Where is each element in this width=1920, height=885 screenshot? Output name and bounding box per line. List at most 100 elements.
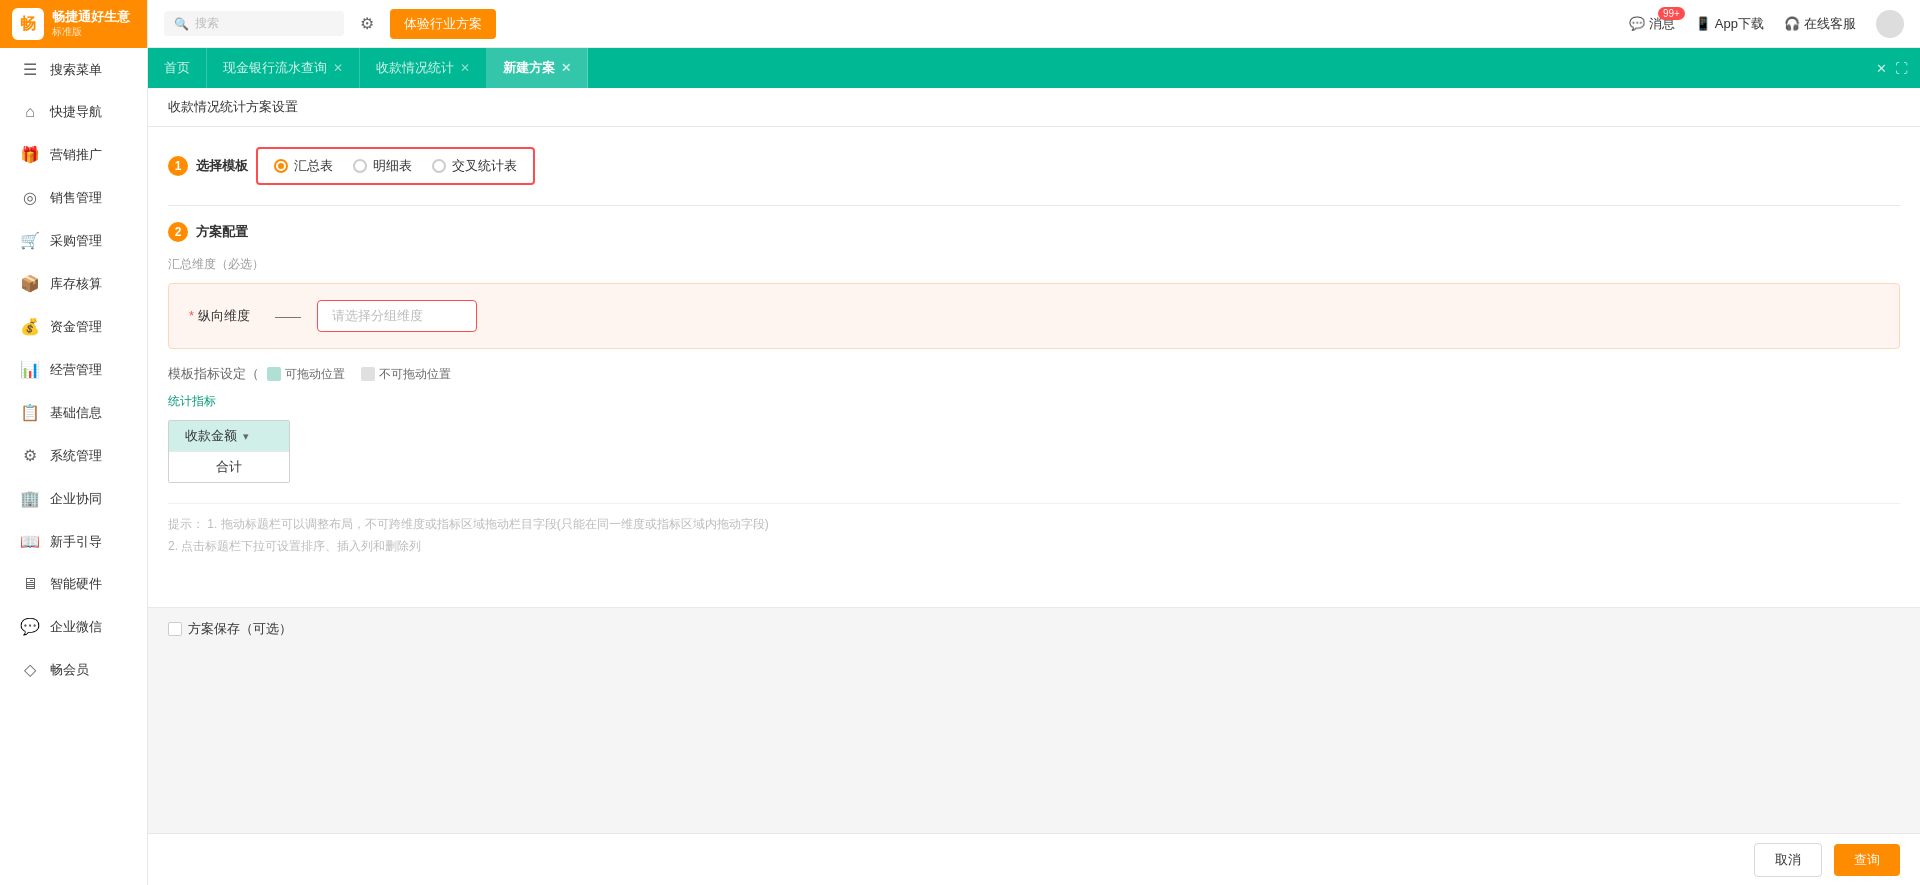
sidebar-item-enterprise[interactable]: 🏢 企业协同 [0,477,147,520]
main-area: 🔍 搜索 ⚙ 体验行业方案 💬 消息 99+ 📱 App下载 🎧 在线客服 首页 [148,0,1920,885]
tip-line1: 提示： 1. 拖动标题栏可以调整布局，不可跨维度或指标区域拖动栏目字段(只能在同… [168,514,1900,536]
legend-draggable-label: 可拖动位置 [285,366,345,383]
sidebar-item-label: 经营管理 [50,361,102,379]
sidebar-logo: 畅 畅捷通好生意 标准版 [0,0,147,48]
legend-non-draggable-label: 不可拖动位置 [379,366,451,383]
step2-header: 2 方案配置 [168,222,1900,242]
sidebar-item-label: 库存核算 [50,275,102,293]
query-button[interactable]: 查询 [1834,844,1900,876]
search-input[interactable]: 🔍 搜索 [164,11,344,36]
step2-block: 2 方案配置 汇总维度（必选） * 纵向维度 —— 请选择 [168,222,1900,567]
sidebar-item-label: 搜索菜单 [50,61,102,79]
app-download-button[interactable]: 📱 App下载 [1695,15,1764,33]
radio-cross-label: 交叉统计表 [452,157,517,175]
vertical-dim-label: * 纵向维度 [189,307,259,325]
message-button[interactable]: 💬 消息 99+ [1629,15,1675,33]
save-checkbox-text: 方案保存（可选） [188,620,292,638]
sidebar-item-label: 畅会员 [50,661,89,679]
indicator-grid: 收款金额 ▾ 合计 [168,420,290,483]
sales-icon: ◎ [20,188,40,207]
tab-bank-flow-close[interactable]: ✕ [333,61,343,75]
sidebar-item-label: 新手引导 [50,533,102,551]
tab-bank-flow-label: 现金银行流水查询 [223,59,327,77]
sidebar-item-label: 企业微信 [50,618,102,636]
sidebar-item-label: 快捷导航 [50,103,102,121]
stat-indicator-label: 统计指标 [168,393,1900,410]
radio-cross[interactable]: 交叉统计表 [432,157,517,175]
user-avatar[interactable] [1876,10,1904,38]
trial-button[interactable]: 体验行业方案 [390,9,496,39]
sidebar-item-quick-nav[interactable]: ⌂ 快捷导航 [0,91,147,133]
footer-bar: 方案保存（可选） [148,607,1920,650]
radio-detail-circle [353,159,367,173]
tab-new-plan-close[interactable]: ✕ [561,61,571,75]
topbar: 🔍 搜索 ⚙ 体验行业方案 💬 消息 99+ 📱 App下载 🎧 在线客服 [148,0,1920,48]
legend-draggable-box [267,367,281,381]
sidebar-item-finance[interactable]: 💰 资金管理 [0,305,147,348]
sidebar-item-label: 销售管理 [50,189,102,207]
tab-bank-flow[interactable]: 现金银行流水查询 ✕ [207,48,360,88]
message-badge: 99+ [1658,7,1685,20]
save-checkbox[interactable] [168,622,182,636]
sidebar-item-guide[interactable]: 📖 新手引导 [0,520,147,563]
wechat-icon: 💬 [20,617,40,636]
sidebar-item-label: 系统管理 [50,447,102,465]
sidebar-item-marketing[interactable]: 🎁 营销推广 [0,133,147,176]
gift-icon: 🎁 [20,145,40,164]
service-button[interactable]: 🎧 在线客服 [1784,15,1856,33]
sidebar-item-purchase[interactable]: 🛒 采购管理 [0,219,147,262]
tab-home[interactable]: 首页 [148,48,207,88]
operation-icon: 📊 [20,360,40,379]
sidebar-item-label: 资金管理 [50,318,102,336]
sidebar-item-hardware[interactable]: 🖥 智能硬件 [0,563,147,605]
legend-non-draggable: 不可拖动位置 [361,366,451,383]
cancel-button[interactable]: 取消 [1754,843,1822,877]
indicator-header-text: 模板指标设定（ [168,365,259,383]
tab-new-plan[interactable]: 新建方案 ✕ [487,48,588,88]
tab-collect-stat-label: 收款情况统计 [376,59,454,77]
dimension-area: * 纵向维度 —— 请选择分组维度 [168,283,1900,349]
chevron-down-icon: ▾ [243,430,249,443]
sidebar-item-base-info[interactable]: 📋 基础信息 [0,391,147,434]
search-placeholder: 搜索 [195,15,219,32]
dimension-section-label: 汇总维度（必选） [168,256,1900,273]
dim-select-vertical[interactable]: 请选择分组维度 [317,300,477,332]
sidebar-item-member[interactable]: ◇ 畅会员 [0,648,147,691]
sidebar-item-stock[interactable]: 📦 库存核算 [0,262,147,305]
radio-summary[interactable]: 汇总表 [274,157,333,175]
tab-collect-stat-close[interactable]: ✕ [460,61,470,75]
gear-icon[interactable]: ⚙ [360,14,374,33]
save-checkbox-label[interactable]: 方案保存（可选） [168,620,292,638]
sidebar-item-operation[interactable]: 📊 经营管理 [0,348,147,391]
sidebar-item-label: 企业协同 [50,490,102,508]
base-info-icon: 📋 [20,403,40,422]
system-icon: ⚙ [20,446,40,465]
logo-text-block: 畅捷通好生意 标准版 [52,9,130,39]
sidebar-item-wechat[interactable]: 💬 企业微信 [0,605,147,648]
radio-cross-circle [432,159,446,173]
template-options: 汇总表 明细表 交叉统计表 [256,147,535,185]
guide-icon: 📖 [20,532,40,551]
sidebar-item-sales[interactable]: ◎ 销售管理 [0,176,147,219]
tab-expand-icon[interactable]: ⛶ [1895,61,1908,76]
form-body: 1 选择模板 汇总表 明细表 交叉统计表 [148,127,1920,607]
app-icon: 📱 [1695,16,1711,31]
sidebar-item-label: 采购管理 [50,232,102,250]
tabbar-controls: ✕ ⛶ [1864,48,1920,88]
content-area: 收款情况统计方案设置 1 选择模板 汇总表 明细表 [148,88,1920,833]
indicator-section: 模板指标设定（ 可拖动位置 不可拖动位置 [168,365,1900,483]
radio-detail[interactable]: 明细表 [353,157,412,175]
tab-close-all-icon[interactable]: ✕ [1876,61,1887,76]
indicator-sub-cell: 合计 [169,451,289,482]
step2-number: 2 [168,222,188,242]
tab-home-label: 首页 [164,59,190,77]
sidebar-item-search-menu[interactable]: ☰ 搜索菜单 [0,48,147,91]
indicator-grid-header[interactable]: 收款金额 ▾ [169,421,289,451]
tab-collect-stat[interactable]: 收款情况统计 ✕ [360,48,487,88]
step1-block: 1 选择模板 汇总表 明细表 交叉统计表 [168,147,1900,185]
sidebar-item-label: 智能硬件 [50,575,102,593]
dim-arrow: —— [275,309,301,324]
required-mark: * [189,308,194,323]
indicator-legend: 可拖动位置 不可拖动位置 [267,366,451,383]
sidebar-item-system[interactable]: ⚙ 系统管理 [0,434,147,477]
